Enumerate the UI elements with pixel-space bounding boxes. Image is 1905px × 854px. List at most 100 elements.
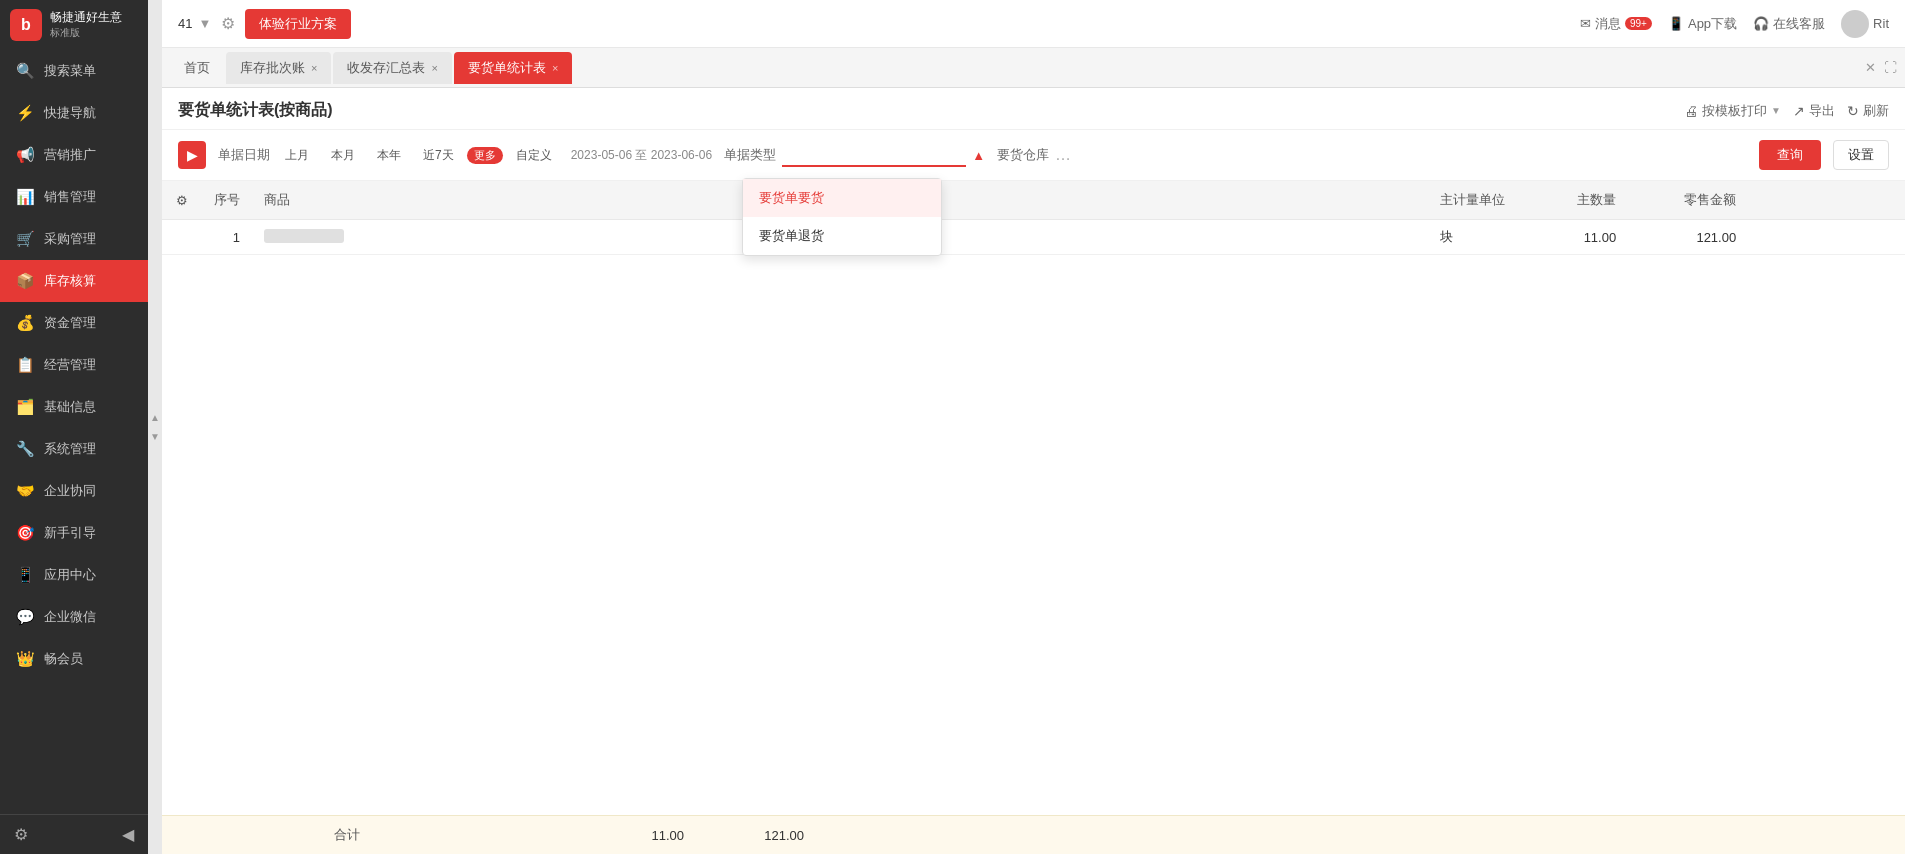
sales-icon: 📊 [14,186,36,208]
appstore-icon: 📱 [14,564,36,586]
scroll-up-arrow[interactable]: ▲ [150,408,160,427]
date-btn-this-year[interactable]: 本年 [368,143,410,168]
query-btn[interactable]: 查询 [1759,140,1821,170]
print-btn[interactable]: 🖨 按模板打印 ▼ [1684,102,1781,120]
warehouse-filter-label: 要货仓库 [997,146,1049,164]
tab-order-summary[interactable]: 要货单统计表 × [454,52,572,84]
sidebar-item-appstore-label: 应用中心 [44,566,96,584]
collapse-sidebar-icon[interactable]: ◀ [122,825,134,844]
main-area: 41 ▼ ⚙ 体验行业方案 ✉ 消息 99+ 📱 App下载 🎧 在线客服 R [162,0,1905,854]
table-row: 1 块 11.00 121.00 [162,220,1905,255]
refresh-btn[interactable]: ↻ 刷新 [1847,102,1889,120]
sidebar-item-basic-label: 基础信息 [44,398,96,416]
tab-order-summary-close[interactable]: × [552,62,558,74]
sidebar-item-quick-nav[interactable]: ⚡ 快捷导航 [0,92,148,134]
tab-inventory-batch-close[interactable]: × [311,62,317,74]
type-filter-group: 单据类型 ▲ [724,144,985,167]
print-label: 按模板打印 [1702,102,1767,120]
goods-placeholder [264,229,344,243]
company-selector[interactable]: 41 ▼ [178,16,211,31]
sidebar-item-system[interactable]: 🔧 系统管理 [0,428,148,470]
messages-btn[interactable]: ✉ 消息 99+ [1580,15,1652,33]
warehouse-more-icon[interactable]: … [1055,146,1071,164]
sidebar-item-enterprise-label: 企业协同 [44,482,96,500]
footer-amount: 121.00 [684,828,804,843]
date-btn-7days[interactable]: 近7天 [414,143,463,168]
content-actions: 🖨 按模板打印 ▼ ↗ 导出 ↻ 刷新 [1684,102,1889,120]
tab-close-all-icon[interactable]: ✕ [1865,60,1876,75]
settings-btn[interactable]: 设置 [1833,140,1889,170]
row-extra [1748,220,1905,255]
content-header: 要货单统计表(按商品) 🖨 按模板打印 ▼ ↗ 导出 ↻ 刷新 [162,88,1905,130]
sidebar-item-finance[interactable]: 💰 资金管理 [0,302,148,344]
member-icon: 👑 [14,648,36,670]
sidebar-item-basic[interactable]: 🗂️ 基础信息 [0,386,148,428]
messages-badge: 99+ [1625,17,1652,30]
data-table: ⚙ 序号 商品 主计量单位 主数量 零售金额 1 [162,181,1905,255]
type-filter-input[interactable] [782,144,966,167]
user-name: Rit [1873,16,1889,31]
industry-btn[interactable]: 体验行业方案 [245,9,351,39]
col-header-qty: 主数量 [1528,181,1628,220]
sidebar-item-purchase-label: 采购管理 [44,230,96,248]
tab-expand-icon[interactable]: ⛶ [1884,60,1897,75]
filter-toggle-btn[interactable]: ▶ [178,141,206,169]
sidebar-item-member[interactable]: 👑 畅会员 [0,638,148,680]
col-header-extra [1748,181,1905,220]
online-service-icon: 🎧 [1753,16,1769,31]
refresh-icon: ↻ [1847,103,1859,119]
type-filter-chevron-icon[interactable]: ▲ [972,148,985,163]
sidebar-scroll-indicator: ▲ ▼ [148,0,162,854]
sidebar-item-sales[interactable]: 📊 销售管理 [0,176,148,218]
inventory-icon: 📦 [14,270,36,292]
tab-home-label: 首页 [184,59,210,77]
sidebar-item-search[interactable]: 🔍 搜索菜单 [0,50,148,92]
topbar-left: 41 ▼ ⚙ 体验行业方案 [178,9,351,39]
topbar-right: ✉ 消息 99+ 📱 App下载 🎧 在线客服 Rit [1580,10,1889,38]
sidebar-item-member-label: 畅会员 [44,650,83,668]
col-header-unit: 主计量单位 [1428,181,1528,220]
sidebar-item-enterprise[interactable]: 🤝 企业协同 [0,470,148,512]
sidebar-item-inventory[interactable]: 📦 库存核算 [0,260,148,302]
row-amount: 121.00 [1628,220,1748,255]
table-footer: 合计 11.00 121.00 [162,815,1905,854]
type-filter-label: 单据类型 [724,146,776,164]
tab-collect-summary-close[interactable]: × [431,62,437,74]
col-header-settings[interactable]: ⚙ [162,181,202,220]
tab-home[interactable]: 首页 [170,52,224,84]
tab-inventory-batch[interactable]: 库存批次账 × [226,52,331,84]
sidebar-item-appstore[interactable]: 📱 应用中心 [0,554,148,596]
topbar: 41 ▼ ⚙ 体验行业方案 ✉ 消息 99+ 📱 App下载 🎧 在线客服 R [162,0,1905,48]
sidebar-scroll: 🔍 搜索菜单 ⚡ 快捷导航 📢 营销推广 📊 销售管理 🛒 采购管理 📦 库存核… [0,50,148,814]
topbar-settings-icon[interactable]: ⚙ [221,14,235,33]
messages-icon: ✉ [1580,16,1591,31]
date-btn-this-month[interactable]: 本月 [322,143,364,168]
row-unit: 块 [1428,220,1528,255]
date-btn-more[interactable]: 更多 [467,147,503,164]
export-btn[interactable]: ↗ 导出 [1793,102,1835,120]
app-logo-text: 畅捷通好生意 标准版 [50,10,122,40]
print-chevron-icon: ▼ [1771,105,1781,116]
print-icon: 🖨 [1684,103,1698,119]
app-download-btn[interactable]: 📱 App下载 [1668,15,1737,33]
online-service-btn[interactable]: 🎧 在线客服 [1753,15,1825,33]
export-label: 导出 [1809,102,1835,120]
sidebar-item-operations[interactable]: 📋 经营管理 [0,344,148,386]
sidebar-item-marketing-label: 营销推广 [44,146,96,164]
user-avatar-btn[interactable]: Rit [1841,10,1889,38]
sidebar-item-guide[interactable]: 🎯 新手引导 [0,512,148,554]
sidebar-item-wechat[interactable]: 💬 企业微信 [0,596,148,638]
scroll-down-arrow[interactable]: ▼ [150,427,160,446]
content-area: 要货单统计表(按商品) 🖨 按模板打印 ▼ ↗ 导出 ↻ 刷新 ▶ [162,88,1905,854]
tab-collect-summary[interactable]: 收发存汇总表 × [333,52,451,84]
settings-bottom-icon[interactable]: ⚙ [14,825,28,844]
sidebar-item-marketing[interactable]: 📢 营销推广 [0,134,148,176]
dropdown-item-request[interactable]: 要货单要货 [743,179,941,217]
date-btn-last-month[interactable]: 上月 [276,143,318,168]
date-btn-custom[interactable]: 自定义 [507,143,561,168]
sidebar-item-purchase[interactable]: 🛒 采购管理 [0,218,148,260]
sidebar-item-system-label: 系统管理 [44,440,96,458]
dropdown-item-return[interactable]: 要货单退货 [743,217,941,255]
type-dropdown: 要货单要货 要货单退货 [742,178,942,256]
sidebar-item-operations-label: 经营管理 [44,356,96,374]
